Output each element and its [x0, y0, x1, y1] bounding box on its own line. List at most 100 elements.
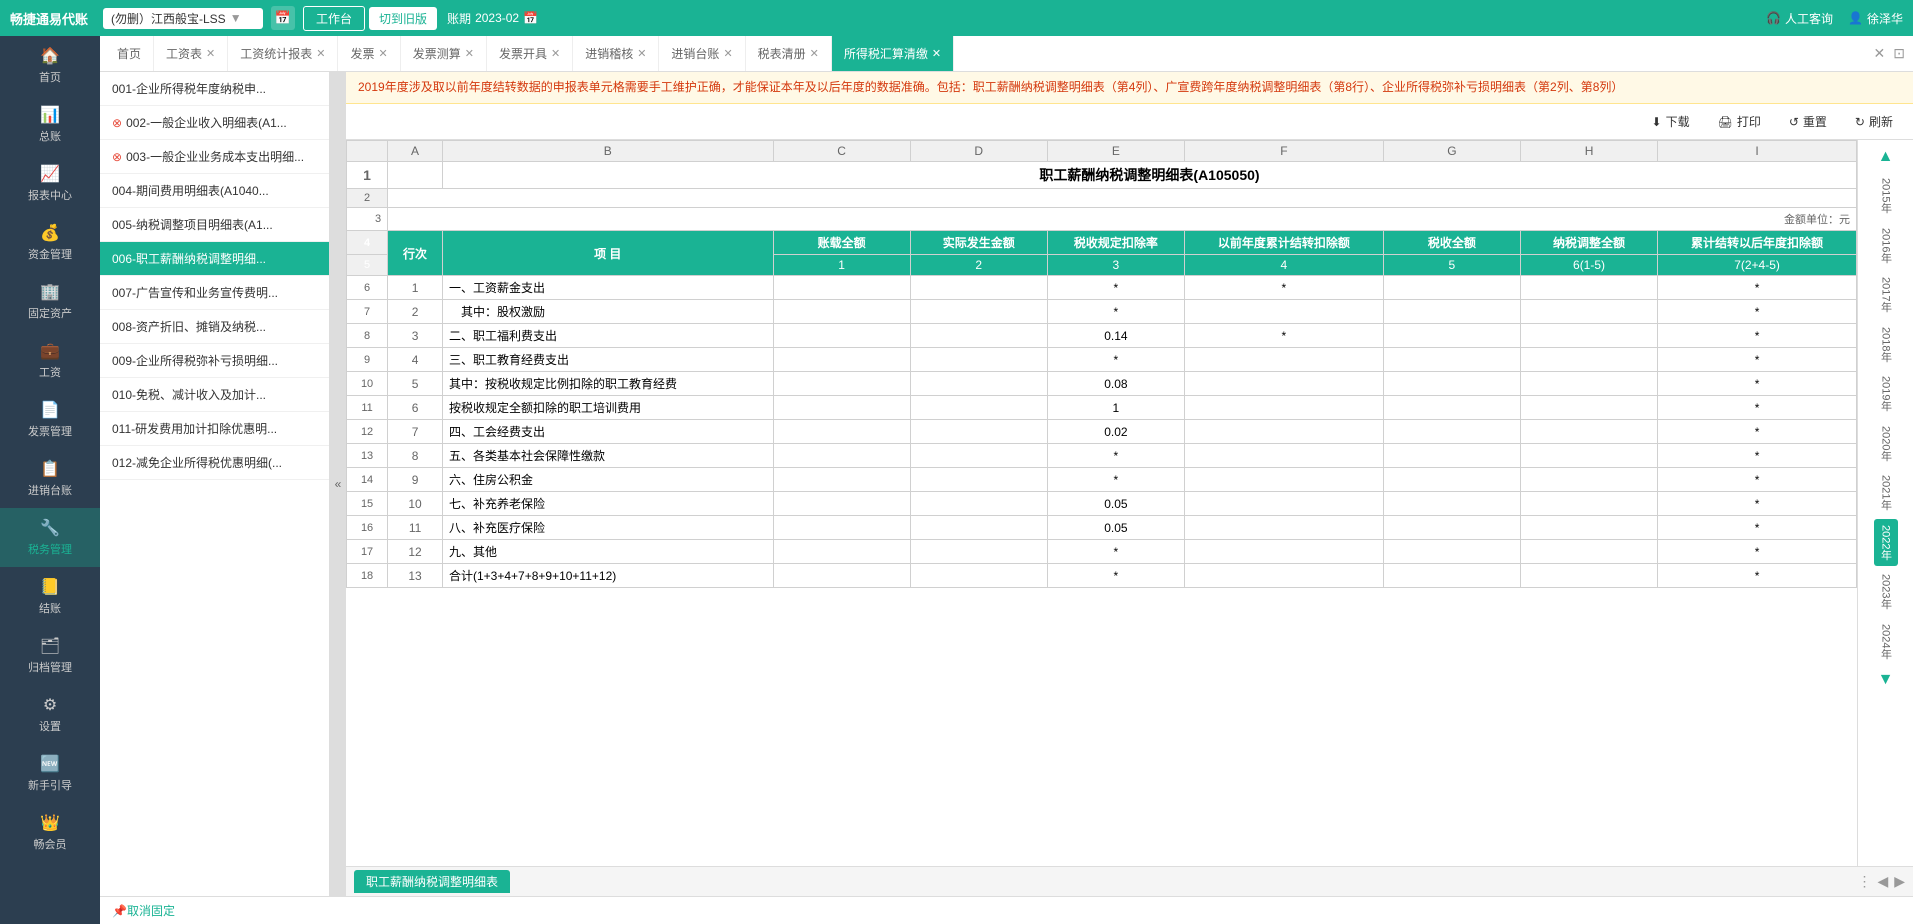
- tab-tax-register[interactable]: 税表清册 ✕: [746, 36, 832, 71]
- form-item-006[interactable]: 006-职工薪酬纳税调整明细...: [100, 242, 329, 276]
- tab-purchase-audit[interactable]: 进销稽核 ✕: [573, 36, 659, 71]
- subheader-d: 2: [910, 255, 1047, 276]
- form-item-001[interactable]: 001-企业所得税年度纳税申...: [100, 72, 329, 106]
- tab-purchase-audit-close[interactable]: ✕: [637, 47, 646, 60]
- year-up-icon[interactable]: ▲: [1874, 144, 1898, 170]
- cancel-fixed-label[interactable]: 取消固定: [127, 902, 175, 919]
- spreadsheet-container[interactable]: A B C D E F G H I: [346, 140, 1857, 866]
- sidebar-item-ledger[interactable]: 📊 总账: [0, 95, 100, 154]
- subheader-g: 5: [1383, 255, 1520, 276]
- support-label: 人工客询: [1785, 10, 1833, 27]
- year-2021[interactable]: 2021年: [1874, 469, 1898, 516]
- bottom-bar: 职工薪酬纳税调整明细表 ⋮ ◀ ▶: [346, 866, 1913, 896]
- tab-invoice-close[interactable]: ✕: [379, 47, 388, 60]
- tab-home[interactable]: 首页: [105, 36, 154, 71]
- year-2015[interactable]: 2015年: [1874, 172, 1898, 219]
- sidebar-item-guide[interactable]: 🆕 新手引导: [0, 744, 100, 803]
- form-item-012[interactable]: 012-减免企业所得税优惠明细(...: [100, 446, 329, 480]
- tab-invoice-issue[interactable]: 发票开具 ✕: [487, 36, 573, 71]
- support-button[interactable]: 🎧 人工客询: [1766, 10, 1833, 27]
- form-item-008[interactable]: 008-资产折旧、摊销及纳税...: [100, 310, 329, 344]
- membership-icon: 👑: [40, 813, 60, 833]
- switch-button[interactable]: 切到旧版: [369, 7, 437, 30]
- form-item-005[interactable]: 005-纳税调整项目明细表(A1...: [100, 208, 329, 242]
- form-item-007[interactable]: 007-广告宣传和业务宣传费明...: [100, 276, 329, 310]
- sidebar-item-close[interactable]: 📒 结账: [0, 567, 100, 626]
- sidebar-item-purchase-sales[interactable]: 📋 进销台账: [0, 449, 100, 508]
- refresh-button[interactable]: ↻ 刷新: [1847, 110, 1901, 133]
- form-item-009[interactable]: 009-企业所得税弥补亏损明细...: [100, 344, 329, 378]
- tab-purchase-ledger[interactable]: 进销台账 ✕: [659, 36, 745, 71]
- top-bar-right: 🎧 人工客询 👤 徐泽华: [1766, 10, 1903, 27]
- download-button[interactable]: ⬇ 下载: [1644, 110, 1698, 133]
- corner-cell: [347, 141, 388, 162]
- form-item-003[interactable]: ⊗ 003-一般企业业务成本支出明细...: [100, 140, 329, 174]
- header-i: 累计结转以后年度扣除额: [1658, 231, 1857, 255]
- tab-expand-icon[interactable]: ⊡: [1893, 45, 1905, 62]
- sidebar-item-salary[interactable]: 💼 工资: [0, 331, 100, 390]
- sidebar-item-home[interactable]: 🏠 首页: [0, 36, 100, 95]
- tab-close-all-icon[interactable]: ✕: [1874, 45, 1886, 62]
- year-2016[interactable]: 2016年: [1874, 222, 1898, 269]
- year-2018[interactable]: 2018年: [1874, 321, 1898, 368]
- col-g: G: [1383, 141, 1520, 162]
- calendar-small-icon: 📅: [523, 11, 538, 25]
- tab-invoice-calc[interactable]: 发票测算 ✕: [401, 36, 487, 71]
- year-2022[interactable]: 2022年: [1874, 519, 1898, 566]
- tab-purchase-ledger-close[interactable]: ✕: [723, 47, 732, 60]
- subheader-h: 6(1-5): [1520, 255, 1657, 276]
- period-value: 2023-02: [475, 11, 519, 25]
- scroll-right-icon[interactable]: ▶: [1894, 873, 1905, 890]
- download-icon: ⬇: [1652, 115, 1662, 129]
- tab-salary[interactable]: 工资表 ✕: [154, 36, 228, 71]
- tab-invoice-issue-close[interactable]: ✕: [551, 47, 560, 60]
- year-2024[interactable]: 2024年: [1874, 618, 1898, 665]
- year-down-icon[interactable]: ▼: [1874, 667, 1898, 693]
- sidebar-item-reports[interactable]: 📈 报表中心: [0, 154, 100, 213]
- sidebar-item-archive[interactable]: 🗂 归档管理: [0, 626, 100, 685]
- print-button[interactable]: 🖨 打印: [1710, 110, 1769, 133]
- sheet-tab[interactable]: 职工薪酬纳税调整明细表: [354, 870, 510, 893]
- subheader-e: 3: [1047, 255, 1184, 276]
- form-item-010[interactable]: 010-免税、减计收入及加计...: [100, 378, 329, 412]
- sidebar-item-tax[interactable]: 🔧 税务管理: [0, 508, 100, 567]
- scroll-left-icon[interactable]: ◀: [1877, 873, 1888, 890]
- tab-bar: 首页 工资表 ✕ 工资统计报表 ✕ 发票 ✕ 发票测算 ✕: [100, 36, 1913, 72]
- year-2019[interactable]: 2019年: [1874, 370, 1898, 417]
- spreadsheet-area: A B C D E F G H I: [346, 140, 1913, 866]
- rownum-13: 13: [347, 444, 388, 468]
- year-2020[interactable]: 2020年: [1874, 420, 1898, 467]
- tab-salary-stats-close[interactable]: ✕: [316, 47, 325, 60]
- year-2023[interactable]: 2023年: [1874, 568, 1898, 615]
- form-item-011[interactable]: 011-研发费用加计扣除优惠明...: [100, 412, 329, 446]
- workbench-button[interactable]: 工作台: [303, 6, 365, 31]
- rownum-14: 14: [347, 468, 388, 492]
- tab-salary-stats[interactable]: 工资统计报表 ✕: [228, 36, 338, 71]
- col-letters-row: A B C D E F G H I: [347, 141, 1857, 162]
- company-selector[interactable]: (勿删）江西般宝-LSS ▼: [103, 8, 263, 29]
- sidebar-item-settings[interactable]: ⚙ 设置: [0, 685, 100, 744]
- col-e: E: [1047, 141, 1184, 162]
- toolbar: ⬇ 下载 🖨 打印 ↺ 重置 ↻ 刷新: [346, 104, 1913, 140]
- panel-collapse-handle[interactable]: «: [330, 72, 346, 896]
- user-button[interactable]: 👤 徐泽华: [1848, 10, 1903, 27]
- sheet-menu-icon[interactable]: ⋮: [1857, 873, 1871, 890]
- sidebar-item-assets[interactable]: 🏢 固定资产: [0, 272, 100, 331]
- rownum-12: 12: [347, 420, 388, 444]
- tab-invoice-calc-close[interactable]: ✕: [465, 47, 474, 60]
- tab-salary-close[interactable]: ✕: [206, 47, 215, 60]
- tab-income-tax[interactable]: 所得税汇算清缴 ✕: [832, 36, 954, 71]
- year-2017[interactable]: 2017年: [1874, 271, 1898, 318]
- tab-income-tax-close[interactable]: ✕: [932, 47, 941, 60]
- reset-button[interactable]: ↺ 重置: [1781, 110, 1835, 133]
- sidebar-item-funds[interactable]: 💰 资金管理: [0, 213, 100, 272]
- form-item-004[interactable]: 004-期间费用明细表(A1040...: [100, 174, 329, 208]
- tab-invoice[interactable]: 发票 ✕: [338, 36, 400, 71]
- tab-tax-register-close[interactable]: ✕: [810, 47, 819, 60]
- tab-salary-label: 工资表: [166, 45, 202, 62]
- calendar-icon[interactable]: 📅: [271, 6, 295, 30]
- form-item-002[interactable]: ⊗ 002-一般企业收入明细表(A1...: [100, 106, 329, 140]
- data-row-13: 13 8 五、各类基本社会保障性缴款 *: [347, 444, 1857, 468]
- sidebar-item-invoice[interactable]: 📄 发票管理: [0, 390, 100, 449]
- sidebar-item-membership[interactable]: 👑 畅会员: [0, 803, 100, 862]
